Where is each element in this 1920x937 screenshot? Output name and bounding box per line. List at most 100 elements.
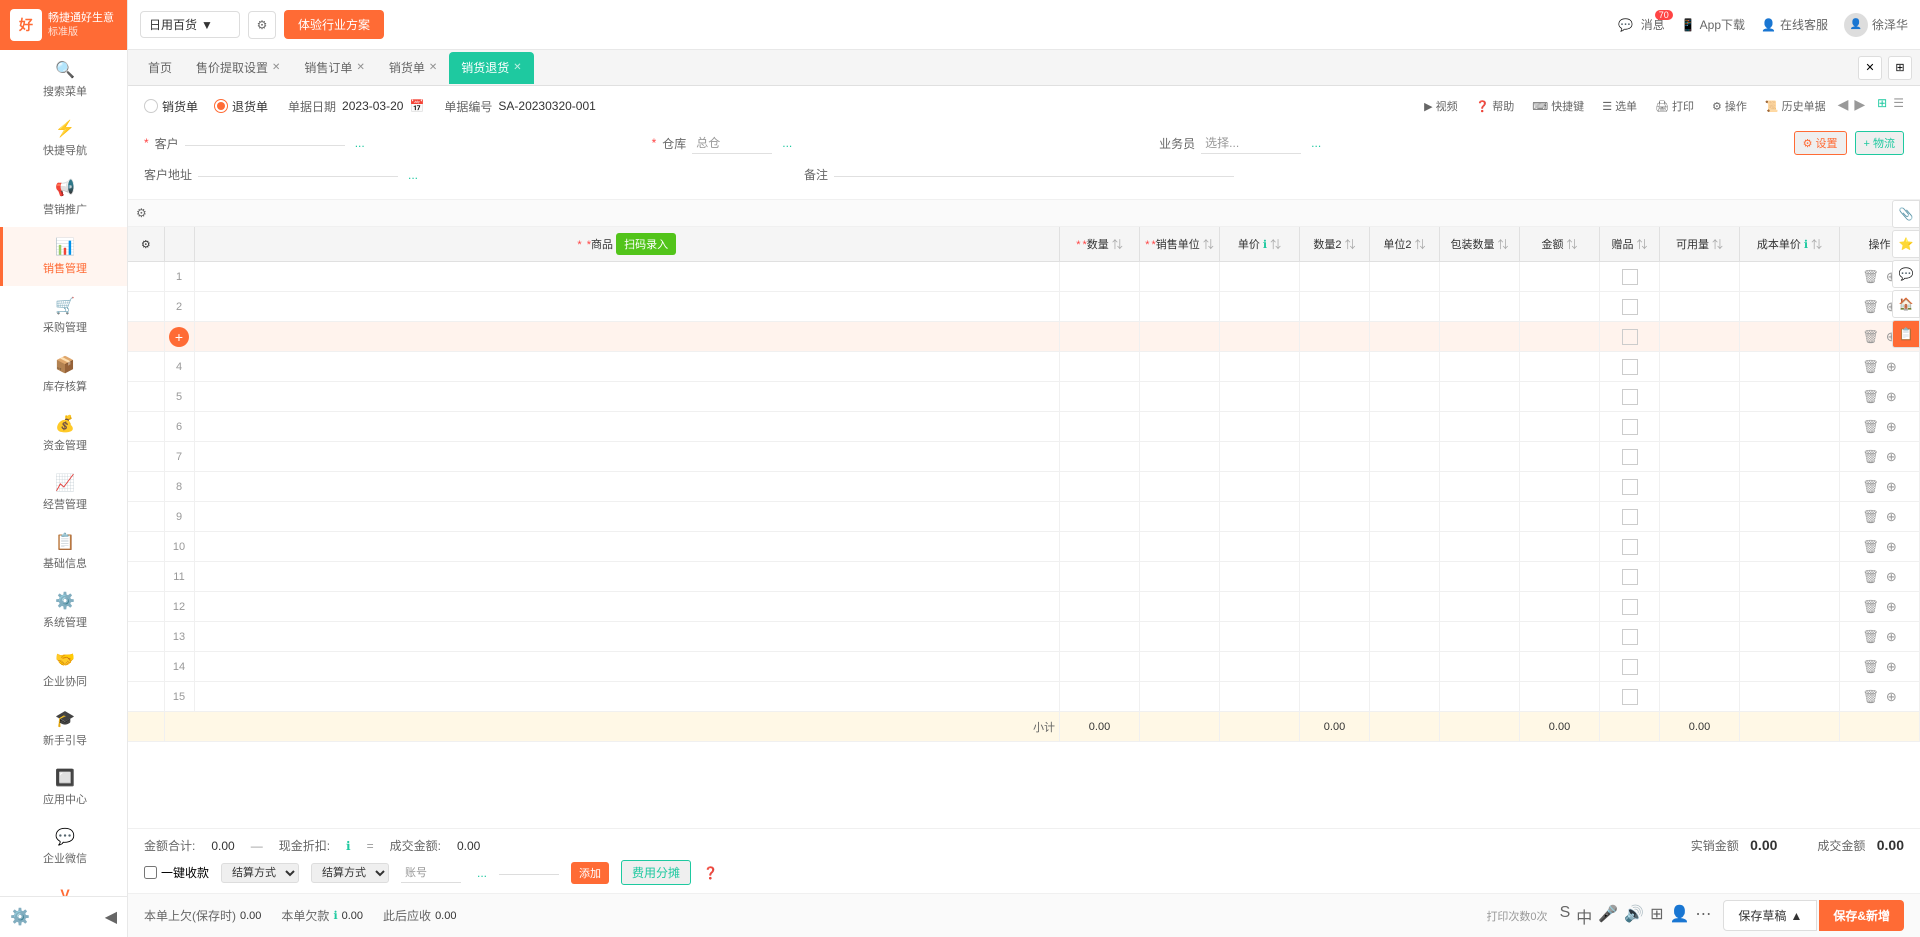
- row-qty2-cell[interactable]: [1300, 652, 1370, 682]
- row-gift-cell[interactable]: [1600, 622, 1660, 652]
- row-amount-cell[interactable]: [1520, 472, 1600, 502]
- row-qty2-cell[interactable]: [1300, 322, 1370, 352]
- col-sort-qty[interactable]: ⇅: [1112, 239, 1123, 251]
- row-amount-cell[interactable]: [1520, 622, 1600, 652]
- row-unit-cell[interactable]: [1140, 592, 1220, 622]
- row-price-cell[interactable]: [1220, 352, 1300, 382]
- taskbar-grid-icon[interactable]: ⊞: [1650, 904, 1663, 928]
- col-sort-unit[interactable]: ⇅: [1203, 239, 1214, 251]
- row-price-cell[interactable]: [1220, 592, 1300, 622]
- row-gift-cell[interactable]: [1600, 412, 1660, 442]
- nav-settings-button[interactable]: ⚙: [248, 11, 276, 39]
- row-cost-cell[interactable]: [1740, 532, 1840, 562]
- row-gift-cell[interactable]: [1600, 592, 1660, 622]
- expense-help-icon[interactable]: ❓: [703, 866, 718, 880]
- row-gift-cell[interactable]: [1600, 262, 1660, 292]
- tab-return-close[interactable]: ✕: [513, 62, 521, 73]
- gift-checkbox[interactable]: [1622, 419, 1638, 435]
- taskbar-more-icon[interactable]: ⋯: [1695, 904, 1711, 928]
- row-delete-btn[interactable]: 🗑: [1862, 359, 1879, 374]
- row-copy-btn[interactable]: ⊕: [1886, 419, 1897, 434]
- row-cost-cell[interactable]: [1740, 262, 1840, 292]
- row-avail-cell[interactable]: [1660, 472, 1740, 502]
- row-amount-cell[interactable]: [1520, 352, 1600, 382]
- row-qty2-cell[interactable]: [1300, 682, 1370, 712]
- row-price-cell[interactable]: [1220, 562, 1300, 592]
- row-price-cell[interactable]: [1220, 682, 1300, 712]
- breadcrumb-select[interactable]: 日用百货 ▼: [140, 11, 240, 38]
- row-unit2-cell[interactable]: [1370, 472, 1440, 502]
- row-avail-cell[interactable]: [1660, 292, 1740, 322]
- row-qty2-cell[interactable]: [1300, 292, 1370, 322]
- row-unit2-cell[interactable]: [1370, 262, 1440, 292]
- row-qty-cell[interactable]: [1060, 652, 1140, 682]
- row-goods-cell[interactable]: [194, 442, 1060, 472]
- select-btn[interactable]: ☰ 选单: [1596, 96, 1643, 116]
- summary-method-select[interactable]: 结算方式: [311, 863, 389, 883]
- row-cost-cell[interactable]: [1740, 682, 1840, 712]
- row-unit2-cell[interactable]: [1370, 562, 1440, 592]
- row-avail-cell[interactable]: [1660, 652, 1740, 682]
- row-qty-cell[interactable]: [1060, 502, 1140, 532]
- sidebar-item-search[interactable]: 🔍 搜索菜单: [0, 50, 127, 109]
- customer-dots-btn[interactable]: ...: [355, 136, 365, 150]
- row-cost-cell[interactable]: [1740, 322, 1840, 352]
- row-cost-cell[interactable]: [1740, 442, 1840, 472]
- owing2-info-icon[interactable]: ℹ: [333, 909, 337, 922]
- row-unit-cell[interactable]: [1140, 532, 1220, 562]
- row-unit-cell[interactable]: [1140, 382, 1220, 412]
- address-input[interactable]: [198, 172, 398, 177]
- row-qty2-cell[interactable]: [1300, 622, 1370, 652]
- remark-input[interactable]: [834, 172, 1234, 177]
- row-pack-cell[interactable]: [1440, 472, 1520, 502]
- col-sort-unit2[interactable]: ⇅: [1415, 239, 1426, 251]
- price-info-icon[interactable]: ℹ: [1263, 239, 1267, 251]
- row-qty-cell[interactable]: [1060, 382, 1140, 412]
- gift-checkbox[interactable]: [1622, 329, 1638, 345]
- tab-maximize-btn[interactable]: ⊞: [1888, 56, 1912, 80]
- row-delete-btn[interactable]: 🗑: [1862, 539, 1879, 554]
- row-delete-btn[interactable]: 🗑: [1862, 419, 1879, 434]
- toolbar-gear-icon[interactable]: ⚙: [136, 206, 147, 220]
- sidebar-item-system[interactable]: ⚙️ 系统管理: [0, 581, 127, 640]
- row-delete-btn[interactable]: 🗑: [1862, 329, 1879, 344]
- row-amount-cell[interactable]: [1520, 592, 1600, 622]
- row-unit2-cell[interactable]: [1370, 352, 1440, 382]
- experience-button[interactable]: 体验行业方案: [284, 10, 384, 39]
- row-price-cell[interactable]: [1220, 442, 1300, 472]
- row-qty2-cell[interactable]: [1300, 412, 1370, 442]
- row-price-cell[interactable]: [1220, 622, 1300, 652]
- row-copy-btn[interactable]: ⊕: [1886, 479, 1897, 494]
- tab-delivery-close[interactable]: ✕: [429, 62, 437, 73]
- row-gift-cell[interactable]: [1600, 322, 1660, 352]
- sidebar-item-purchase[interactable]: 🛒 采购管理: [0, 286, 127, 345]
- list-view-btn[interactable]: ☰: [1893, 96, 1904, 116]
- video-btn[interactable]: ▶ 视频: [1418, 96, 1463, 116]
- sidebar-item-basic[interactable]: 📋 基础信息: [0, 522, 127, 581]
- row-qty2-cell[interactable]: [1300, 532, 1370, 562]
- row-price-cell[interactable]: [1220, 322, 1300, 352]
- discount-info-icon[interactable]: ℹ: [346, 839, 351, 853]
- row-amount-cell[interactable]: [1520, 292, 1600, 322]
- row-qty-cell[interactable]: [1060, 622, 1140, 652]
- row-delete-btn[interactable]: 🗑: [1862, 479, 1879, 494]
- row-copy-btn[interactable]: ⊕: [1886, 359, 1897, 374]
- gift-checkbox[interactable]: [1622, 539, 1638, 555]
- row-delete-btn[interactable]: 🗑: [1862, 659, 1879, 674]
- row-gift-cell[interactable]: [1600, 652, 1660, 682]
- sidebar-item-shortcut[interactable]: ⚡ 快捷导航: [0, 109, 127, 168]
- row-amount-cell[interactable]: [1520, 652, 1600, 682]
- gift-checkbox[interactable]: [1622, 359, 1638, 375]
- row-copy-btn[interactable]: ⊕: [1886, 449, 1897, 464]
- taskbar-mic-icon[interactable]: 🎤: [1598, 904, 1618, 928]
- gift-checkbox[interactable]: [1622, 269, 1638, 285]
- row-avail-cell[interactable]: [1660, 592, 1740, 622]
- row-unit2-cell[interactable]: [1370, 442, 1440, 472]
- row-qty2-cell[interactable]: [1300, 442, 1370, 472]
- tab-home[interactable]: 首页: [136, 52, 184, 84]
- row-delete-btn[interactable]: 🗑: [1862, 269, 1879, 284]
- radio-delivery[interactable]: 销货单: [144, 98, 198, 115]
- row-qty2-cell[interactable]: [1300, 592, 1370, 622]
- row-qty-cell[interactable]: [1060, 412, 1140, 442]
- row-goods-cell[interactable]: [194, 352, 1060, 382]
